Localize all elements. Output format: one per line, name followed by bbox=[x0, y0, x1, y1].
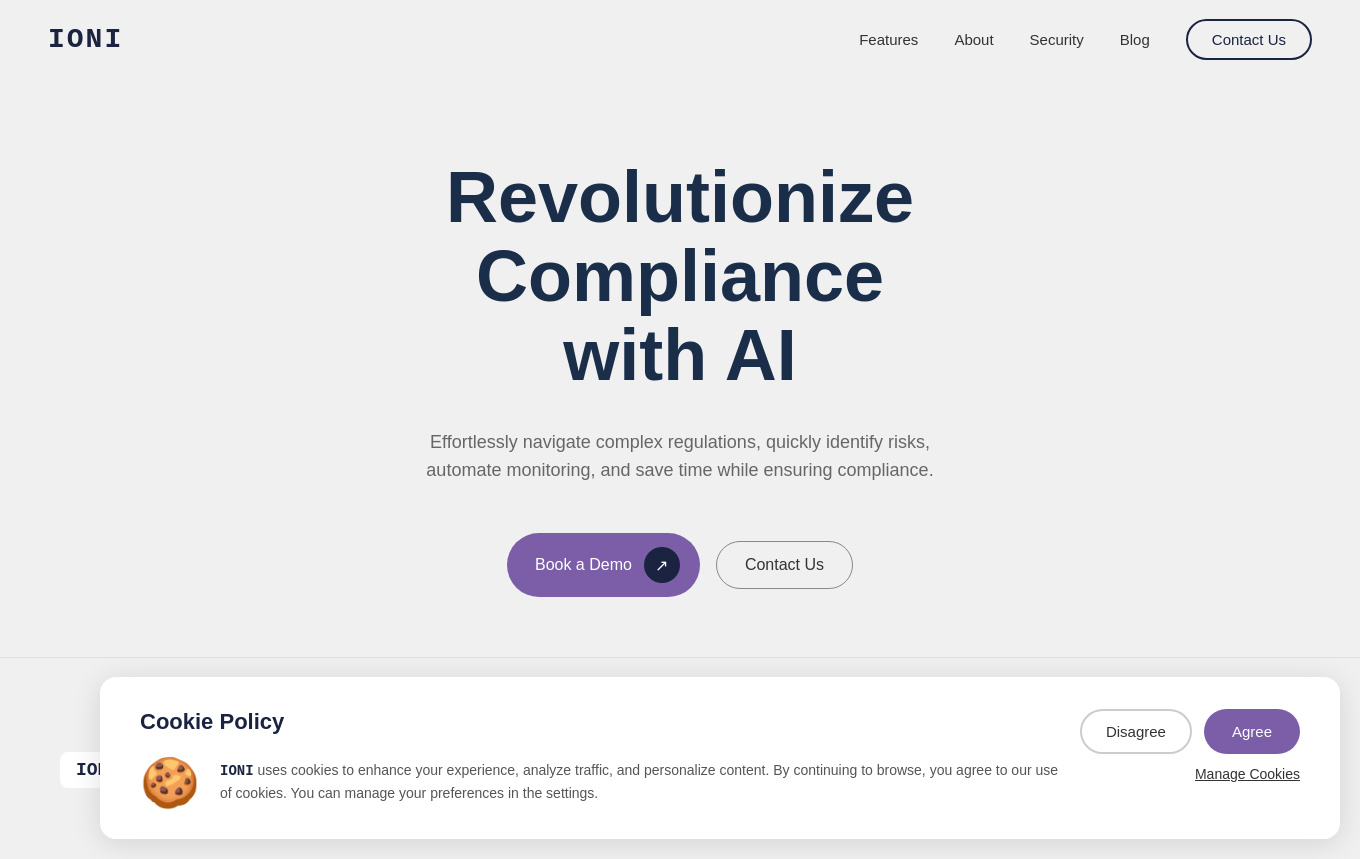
cookie-text: IONI uses cookies to enhance your experi… bbox=[220, 759, 1060, 805]
nav-about[interactable]: About bbox=[954, 31, 993, 48]
cookie-actions: Disagree Agree Manage Cookies bbox=[1080, 709, 1300, 782]
nav-contact-button[interactable]: Contact Us bbox=[1186, 19, 1312, 60]
hero-section: Revolutionize Compliance with AI Effortl… bbox=[0, 78, 1360, 657]
hero-contact-button[interactable]: Contact Us bbox=[716, 541, 853, 589]
manage-cookies-link[interactable]: Manage Cookies bbox=[1195, 766, 1300, 782]
nav-blog[interactable]: Blog bbox=[1120, 31, 1150, 48]
navbar: IONI Features About Security Blog Contac… bbox=[0, 0, 1360, 78]
hero-title: Revolutionize Compliance with AI bbox=[250, 158, 1110, 396]
cookie-banner: Cookie Policy 🍪 IONI uses cookies to enh… bbox=[100, 677, 1340, 839]
nav-features[interactable]: Features bbox=[859, 31, 918, 48]
hero-buttons: Book a Demo ↗ Contact Us bbox=[507, 533, 853, 597]
agree-button[interactable]: Agree bbox=[1204, 709, 1300, 754]
disagree-button[interactable]: Disagree bbox=[1080, 709, 1192, 754]
hero-subtitle: Effortlessly navigate complex regulation… bbox=[400, 428, 960, 486]
brand-logo[interactable]: IONI bbox=[48, 24, 123, 55]
book-demo-button[interactable]: Book a Demo ↗ bbox=[507, 533, 700, 597]
cookie-title: Cookie Policy bbox=[140, 709, 1060, 735]
demo-arrow-icon: ↗ bbox=[644, 547, 680, 583]
cookie-icon: 🍪 bbox=[140, 759, 200, 807]
nav-links: Features About Security Blog Contact Us bbox=[859, 19, 1312, 60]
cookie-brand: IONI bbox=[220, 763, 254, 779]
nav-security[interactable]: Security bbox=[1030, 31, 1084, 48]
cookie-buttons: Disagree Agree bbox=[1080, 709, 1300, 754]
